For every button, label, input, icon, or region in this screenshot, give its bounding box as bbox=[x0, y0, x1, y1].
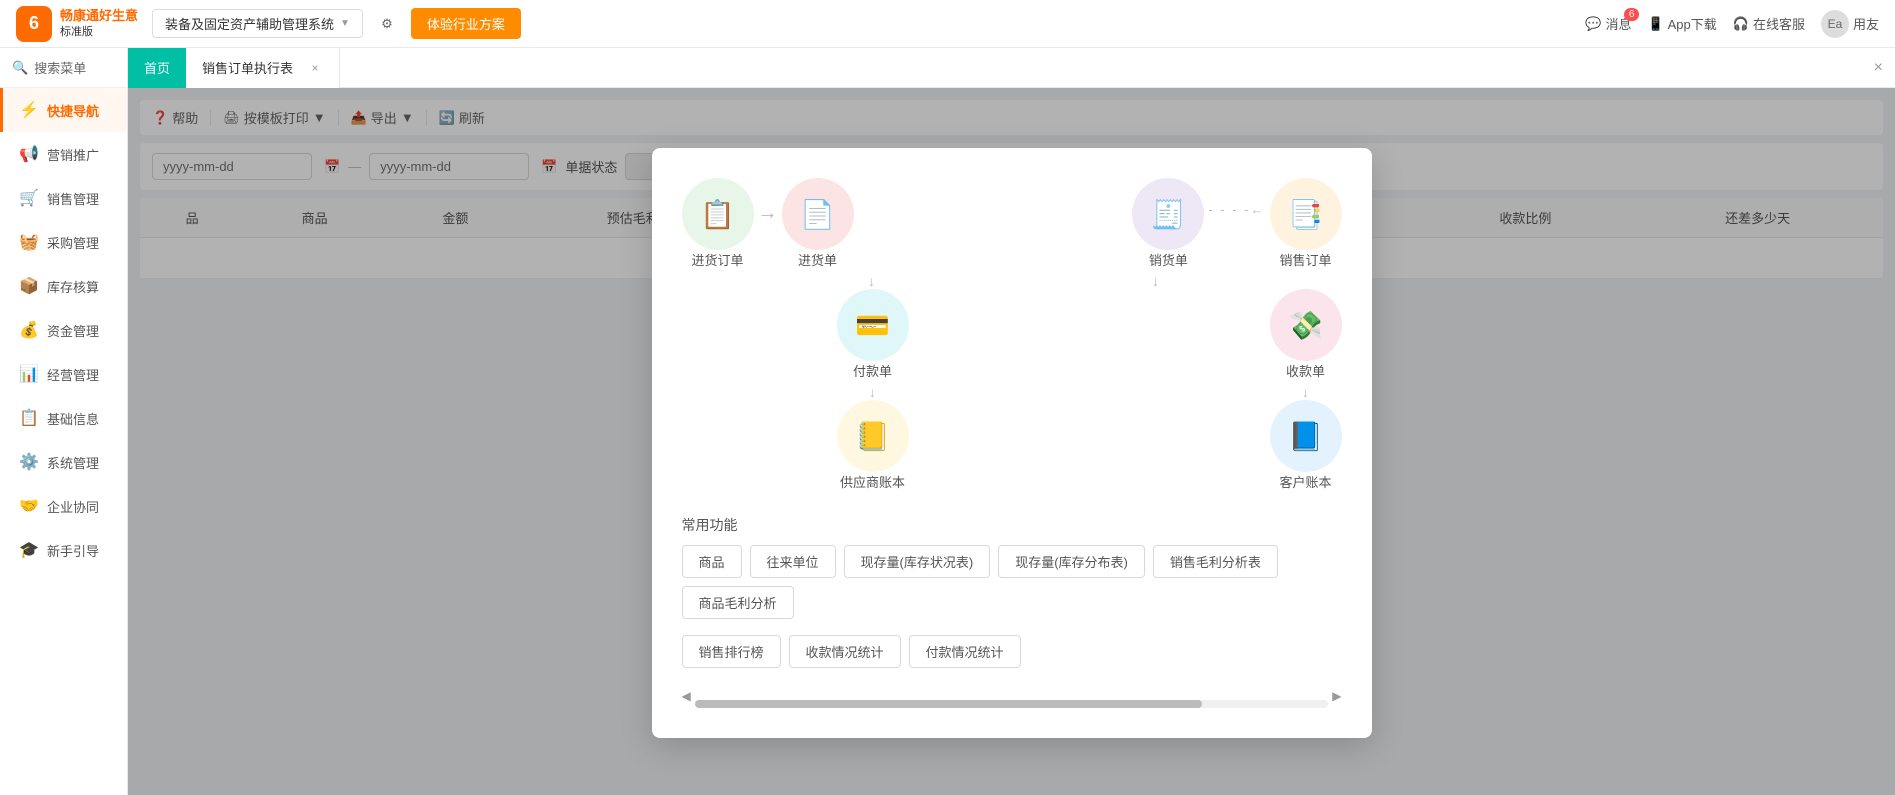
search-menu-btn[interactable]: 🔍 搜索菜单 bbox=[0, 48, 127, 88]
content-body: ❓ 帮助 🖨 按模板打印 ▼ 📤 导出 ▼ bbox=[128, 88, 1895, 795]
message-btn[interactable]: 💬 消息 6 bbox=[1585, 14, 1631, 33]
quick-nav-icon: ⚡ bbox=[19, 100, 39, 120]
tab-close-btn[interactable]: × bbox=[307, 60, 323, 76]
experience-btn[interactable]: 体验行业方案 bbox=[411, 8, 521, 39]
scrollbar-thumb bbox=[695, 700, 1202, 708]
message-icon: 💬 bbox=[1585, 16, 1601, 32]
sidebar: 🔍 搜索菜单 ⚡快捷导航📢营销推广🛒销售管理🧺采购管理📦库存核算💰资金管理📊经营… bbox=[0, 48, 128, 795]
sidebar-item-inventory[interactable]: 📦库存核算 bbox=[0, 264, 127, 308]
finance-icon: 💰 bbox=[19, 320, 39, 340]
common-btn-4[interactable]: 销售毛利分析表 bbox=[1153, 545, 1278, 578]
sales-order-icon: 📑 bbox=[1270, 178, 1342, 250]
newbie-icon: 🎓 bbox=[19, 540, 39, 560]
payment-icon: 💳 bbox=[837, 289, 909, 361]
chevron-down-icon: ▼ bbox=[340, 18, 350, 29]
sidebar-item-newbie[interactable]: 🎓新手引导 bbox=[0, 528, 127, 572]
supplier-ledger-icon: 📒 bbox=[837, 400, 909, 472]
common-btn-8[interactable]: 付款情况统计 bbox=[909, 635, 1021, 668]
down-arrow-payment: ↓ bbox=[837, 380, 909, 400]
logo-icon: 6 bbox=[16, 6, 52, 42]
sidebar-item-marketing[interactable]: 📢营销推广 bbox=[0, 132, 127, 176]
common-btns-row1: 商品往来单位现存量(库存状况表)现存量(库存分布表)销售毛利分析表商品毛利分析销… bbox=[682, 545, 1342, 668]
scroll-right-btn[interactable]: ▶ bbox=[1332, 689, 1341, 703]
sidebar-item-finance[interactable]: 💰资金管理 bbox=[0, 308, 127, 352]
flow-node-purchase-bill: 📄 进货单 bbox=[782, 178, 854, 269]
scroll-left-btn[interactable]: ◀ bbox=[682, 689, 691, 703]
common-btn-1[interactable]: 往来单位 bbox=[750, 545, 836, 578]
flow-node-payment: 💳 付款单 bbox=[837, 289, 909, 380]
customer-ledger-icon: 📘 bbox=[1270, 400, 1342, 472]
common-btn-2[interactable]: 现存量(库存状况表) bbox=[844, 545, 991, 578]
system-selector[interactable]: 装备及固定资产辅助管理系统 ▼ bbox=[152, 9, 363, 38]
arrow-po-pb: → bbox=[754, 202, 782, 225]
common-btn-0[interactable]: 商品 bbox=[682, 545, 742, 578]
system-icon: ⚙️ bbox=[19, 452, 39, 472]
tab-home[interactable]: 首页 bbox=[128, 48, 186, 88]
common-btn-3[interactable]: 现存量(库存分布表) bbox=[998, 545, 1145, 578]
gear-button[interactable]: ⚙ bbox=[371, 8, 403, 40]
tab-bar: 首页 销售订单执行表 × × bbox=[128, 48, 1895, 88]
modal-overlay: 📋 进货订单 → 📄 进货单 bbox=[128, 88, 1895, 795]
down-arrow-receipt: ↓ bbox=[1270, 380, 1342, 400]
logo-area: 6 畅康通好生意 标准版 bbox=[16, 6, 144, 42]
common-functions-title: 常用功能 bbox=[682, 515, 1342, 535]
dashed-arrow-sb-so: - - - -← bbox=[1204, 202, 1269, 217]
common-btn-5[interactable]: 商品毛利分析 bbox=[682, 586, 794, 619]
operations-icon: 📊 bbox=[19, 364, 39, 384]
purchase-bill-icon: 📄 bbox=[782, 178, 854, 250]
flow-node-receipt: 💸 收款单 bbox=[1270, 289, 1342, 380]
flow-node-customer-ledger: 📘 客户账本 bbox=[1270, 400, 1342, 491]
sidebar-item-purchase[interactable]: 🧺采购管理 bbox=[0, 220, 127, 264]
flow-diagram: 📋 进货订单 → 📄 进货单 bbox=[682, 178, 1342, 491]
logo-text: 畅康通好生意 标准版 bbox=[60, 8, 138, 39]
inventory-icon: 📦 bbox=[19, 276, 39, 296]
common-functions: 常用功能 商品往来单位现存量(库存状况表)现存量(库存分布表)销售毛利分析表商品… bbox=[682, 515, 1342, 668]
sidebar-item-sales[interactable]: 🛒销售管理 bbox=[0, 176, 127, 220]
modal-scrollbar-row: ◀ ▶ bbox=[682, 684, 1342, 708]
flow-node-sales-order: 📑 销售订单 bbox=[1270, 178, 1342, 269]
content-area: 首页 销售订单执行表 × × ❓ 帮助 🖨 bbox=[128, 48, 1895, 795]
phone-icon: 📱 bbox=[1647, 16, 1663, 32]
down-arrow-pb: ↓ bbox=[834, 269, 906, 289]
avatar: Ea bbox=[1821, 10, 1849, 38]
sales-icon: 🛒 bbox=[19, 188, 39, 208]
sidebar-item-quick-nav[interactable]: ⚡快捷导航 bbox=[0, 88, 127, 132]
sidebar-item-system[interactable]: ⚙️系统管理 bbox=[0, 440, 127, 484]
flow-node-purchase-order: 📋 进货订单 bbox=[682, 178, 754, 269]
close-all-tabs-btn[interactable]: × bbox=[1874, 59, 1883, 77]
modal-box: 📋 进货订单 → 📄 进货单 bbox=[652, 148, 1372, 738]
marketing-icon: 📢 bbox=[19, 144, 39, 164]
app-download-btn[interactable]: 📱 App下载 bbox=[1647, 14, 1716, 33]
common-btn-6[interactable]: 销售排行榜 bbox=[682, 635, 781, 668]
receipt-icon: 💸 bbox=[1270, 289, 1342, 361]
message-badge: 6 bbox=[1624, 8, 1640, 21]
sidebar-item-basic-info[interactable]: 📋基础信息 bbox=[0, 396, 127, 440]
enterprise-icon: 🤝 bbox=[19, 496, 39, 516]
search-icon: 🔍 bbox=[12, 60, 28, 76]
user-menu[interactable]: Ea 用友 bbox=[1821, 10, 1879, 38]
tab-sales-order-exec[interactable]: 销售订单执行表 × bbox=[186, 48, 340, 88]
purchase-order-icon: 📋 bbox=[682, 178, 754, 250]
online-service-btn[interactable]: 🎧 在线客服 bbox=[1733, 14, 1805, 33]
flow-node-supplier-ledger: 📒 供应商账本 bbox=[837, 400, 909, 491]
headset-icon: 🎧 bbox=[1733, 16, 1749, 32]
flow-node-sales-bill: 🧾 销货单 bbox=[1132, 178, 1204, 269]
sales-bill-icon: 🧾 bbox=[1132, 178, 1204, 250]
top-bar: 6 畅康通好生意 标准版 装备及固定资产辅助管理系统 ▼ ⚙ 体验行业方案 💬 … bbox=[0, 0, 1895, 48]
modal-scrollbar[interactable] bbox=[695, 700, 1329, 708]
purchase-icon: 🧺 bbox=[19, 232, 39, 252]
down-arrow-sb: ↓ bbox=[1118, 269, 1190, 289]
basic-info-icon: 📋 bbox=[19, 408, 39, 428]
common-btn-7[interactable]: 收款情况统计 bbox=[789, 635, 901, 668]
sidebar-item-enterprise[interactable]: 🤝企业协同 bbox=[0, 484, 127, 528]
top-right-area: 💬 消息 6 📱 App下载 🎧 在线客服 Ea 用友 bbox=[1585, 10, 1879, 38]
sidebar-item-operations[interactable]: 📊经营管理 bbox=[0, 352, 127, 396]
